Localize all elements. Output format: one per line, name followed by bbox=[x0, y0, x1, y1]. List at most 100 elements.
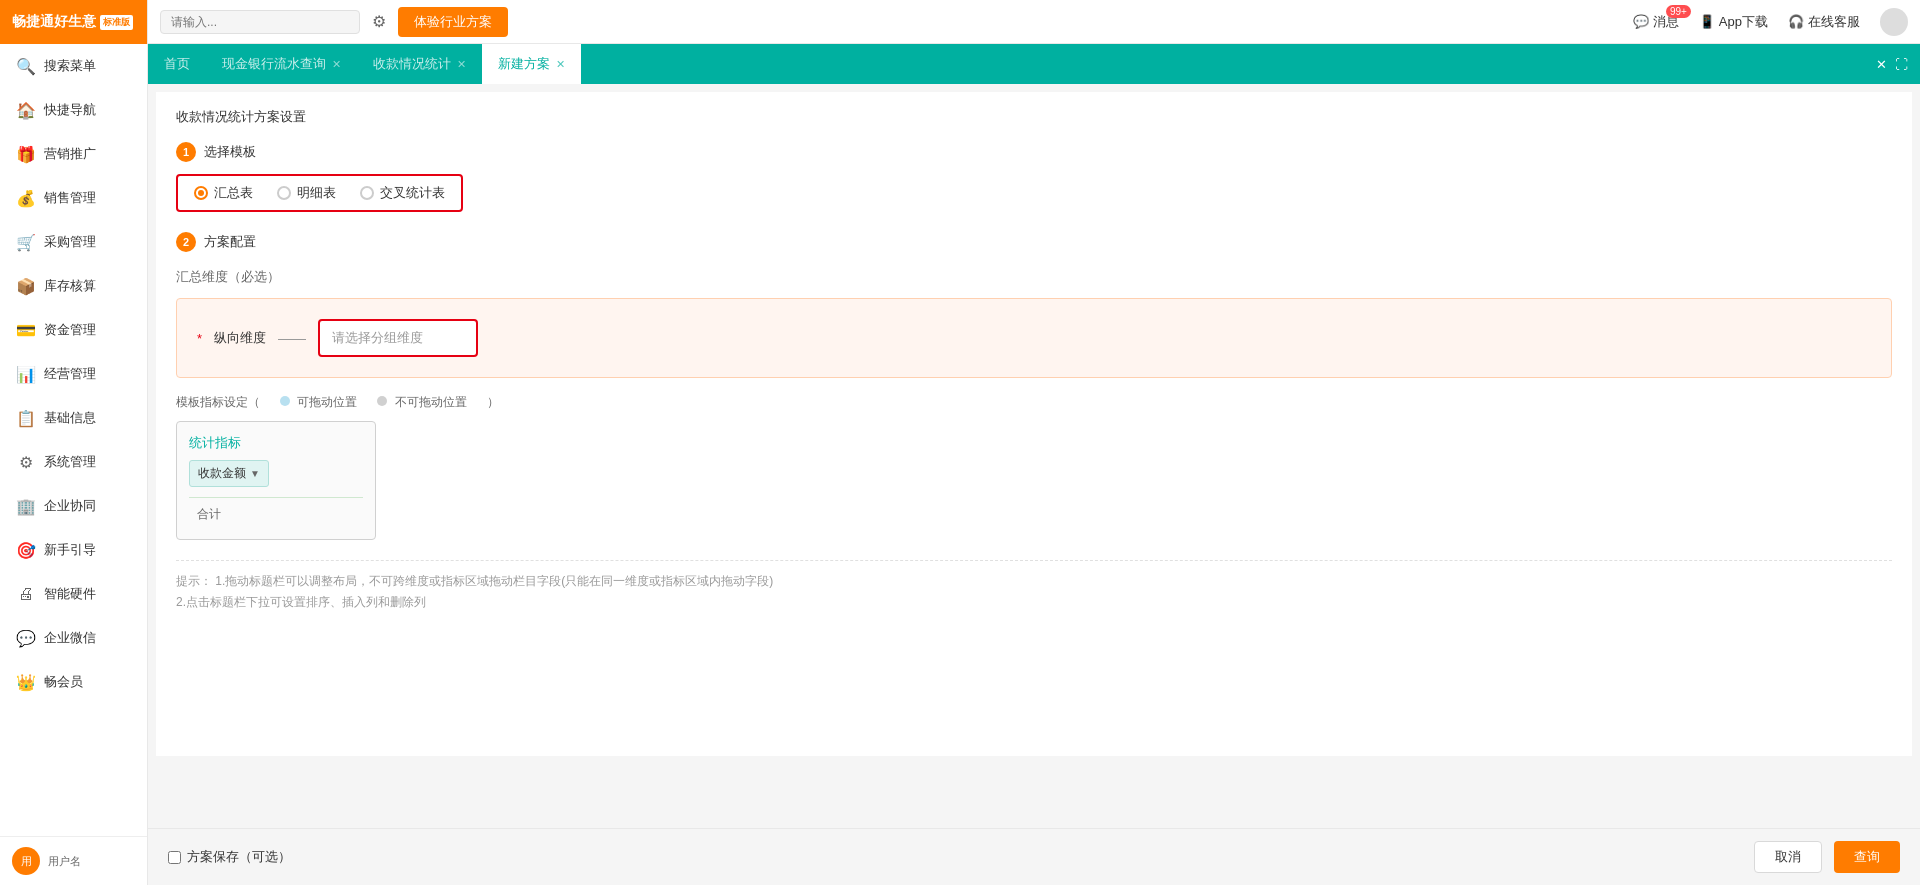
radio-summary[interactable]: 汇总表 bbox=[194, 184, 253, 202]
tab-close-bank[interactable]: ✕ bbox=[332, 58, 341, 71]
sidebar-item-sales[interactable]: 💰销售管理 bbox=[0, 176, 147, 220]
legend-close-paren: ） bbox=[487, 394, 499, 411]
wechat-icon: 💬 bbox=[16, 628, 36, 648]
sidebar-item-guide[interactable]: 🎯新手引导 bbox=[0, 528, 147, 572]
dimension-title: 汇总维度（必选） bbox=[176, 268, 1892, 286]
tab-new-plan[interactable]: 新建方案 ✕ bbox=[482, 44, 581, 84]
page-body: 收款情况统计方案设置 1 选择模板 汇总表 明细表 bbox=[156, 92, 1912, 756]
quick-nav-icon: 🏠 bbox=[16, 100, 36, 120]
logo-badge: 标准版 bbox=[100, 15, 133, 30]
indicators-legend: 模板指标设定（ 可拖动位置 不可拖动位置 ） bbox=[176, 394, 1892, 411]
sidebar-item-marketing[interactable]: 🎁 营销推广 bbox=[0, 132, 147, 176]
sidebar-bottom: 用 用户名 bbox=[0, 836, 147, 885]
topbar: ⚙ 体验行业方案 💬 消息 99+ 📱 App下载 🎧 在线客服 bbox=[148, 0, 1920, 44]
tab-receipts[interactable]: 收款情况统计 ✕ bbox=[357, 44, 482, 84]
app-download-button[interactable]: 📱 App下载 bbox=[1699, 13, 1768, 31]
sidebar-item-capital[interactable]: 💳资金管理 bbox=[0, 308, 147, 352]
query-button[interactable]: 查询 bbox=[1834, 841, 1900, 873]
service-icon: 🎧 bbox=[1788, 14, 1804, 29]
radio-detail[interactable]: 明细表 bbox=[277, 184, 336, 202]
sidebar-item-hardware[interactable]: 🖨智能硬件 bbox=[0, 572, 147, 616]
tip-2: 2.点击标题栏下拉可设置排序、插入列和删除列 bbox=[176, 594, 1892, 611]
sidebar-item-label-operation: 经营管理 bbox=[44, 365, 96, 383]
page-title: 收款情况统计方案设置 bbox=[176, 108, 1892, 126]
sidebar-item-inventory[interactable]: 📦库存核算 bbox=[0, 264, 147, 308]
close-window-icon[interactable]: ✕ bbox=[1876, 57, 1887, 72]
required-mark: * bbox=[197, 331, 202, 346]
radio-summary-circle bbox=[194, 186, 208, 200]
cancel-button[interactable]: 取消 bbox=[1754, 841, 1822, 873]
service-label: 在线客服 bbox=[1808, 13, 1860, 31]
step2-label: 方案配置 bbox=[204, 233, 256, 251]
phone-icon: 📱 bbox=[1699, 14, 1715, 29]
sidebar-user-name: 用户名 bbox=[48, 854, 81, 869]
sidebar: 畅捷通好生意 标准版 🔍搜索菜单🏠快捷导航 🎁 营销推广 💰销售管理🛒采购管理📦库存核… bbox=[0, 0, 148, 885]
indicator-subtotal: 合计 bbox=[189, 502, 363, 527]
user-avatar[interactable] bbox=[1880, 8, 1908, 36]
indicators-section: 模板指标设定（ 可拖动位置 不可拖动位置 ） bbox=[176, 394, 1892, 540]
tips-section: 提示： 1.拖动标题栏可以调整布局，不可跨维度或指标区域拖动栏目字段(只能在同一… bbox=[176, 560, 1892, 611]
step2-header: 2 方案配置 bbox=[176, 232, 1892, 252]
online-service-button[interactable]: 🎧 在线客服 bbox=[1788, 13, 1860, 31]
marketing-icon: 🎁 bbox=[16, 144, 36, 164]
message-button[interactable]: 💬 消息 99+ bbox=[1633, 13, 1679, 31]
sidebar-item-search-menu[interactable]: 🔍搜索菜单 bbox=[0, 44, 147, 88]
radio-cross-label: 交叉统计表 bbox=[380, 184, 445, 202]
indicators-table: 统计指标 收款金额 ▼ 合计 bbox=[176, 421, 376, 540]
radio-cross-circle bbox=[360, 186, 374, 200]
sidebar-item-member[interactable]: 👑 畅会员 bbox=[0, 660, 147, 704]
save-plan-checkbox[interactable]: 方案保存（可选） bbox=[168, 848, 291, 866]
sidebar-item-label-system: 系统管理 bbox=[44, 453, 96, 471]
page-content: 收款情况统计方案设置 1 选择模板 汇总表 明细表 bbox=[148, 84, 1920, 828]
draggable-dot bbox=[280, 396, 290, 406]
sidebar-item-wechat[interactable]: 💬 企业微信 bbox=[0, 616, 147, 660]
sidebar-item-system[interactable]: ⚙ 系统管理 bbox=[0, 440, 147, 484]
tip-1: 提示： 1.拖动标题栏可以调整布局，不可跨维度或指标区域拖动栏目字段(只能在同一… bbox=[176, 573, 1892, 590]
sidebar-item-label-marketing: 营销推广 bbox=[44, 145, 96, 163]
maximize-icon[interactable]: ⛶ bbox=[1895, 57, 1908, 72]
tab-home[interactable]: 首页 bbox=[148, 44, 206, 84]
footer-actions: 取消 查询 bbox=[1754, 841, 1900, 873]
tab-label-new-plan: 新建方案 bbox=[498, 55, 550, 73]
industry-solution-button[interactable]: 体验行业方案 bbox=[398, 7, 508, 37]
system-icon: ⚙ bbox=[16, 452, 36, 472]
sidebar-item-basic-info[interactable]: 📋基础信息 bbox=[0, 396, 147, 440]
vertical-dimension-label: 纵向维度 bbox=[214, 329, 266, 347]
topbar-search-input[interactable] bbox=[160, 10, 360, 34]
gear-icon[interactable]: ⚙ bbox=[372, 12, 386, 31]
guide-icon: 🎯 bbox=[16, 540, 36, 560]
main-area: ⚙ 体验行业方案 💬 消息 99+ 📱 App下载 🎧 在线客服 首页现金银行流… bbox=[148, 0, 1920, 885]
tab-close-receipts[interactable]: ✕ bbox=[457, 58, 466, 71]
sales-icon: 💰 bbox=[16, 188, 36, 208]
tab-close-new-plan[interactable]: ✕ bbox=[556, 58, 565, 71]
arrow-icon: —— bbox=[278, 330, 306, 346]
step1-section: 1 选择模板 汇总表 明细表 交叉统计表 bbox=[176, 142, 1892, 212]
indicator-tag-amount[interactable]: 收款金额 ▼ bbox=[189, 460, 269, 487]
tab-label-receipts: 收款情况统计 bbox=[373, 55, 451, 73]
tab-bank[interactable]: 现金银行流水查询✕ bbox=[206, 44, 357, 84]
save-plan-check-input[interactable] bbox=[168, 851, 181, 864]
sidebar-item-operation[interactable]: 📊经营管理 bbox=[0, 352, 147, 396]
sidebar-item-label-purchase: 采购管理 bbox=[44, 233, 96, 251]
sidebar-item-label-member: 畅会员 bbox=[44, 673, 83, 691]
config-section: 汇总维度（必选） * 纵向维度 —— 请选择分组维度 bbox=[176, 268, 1892, 611]
radio-detail-circle bbox=[277, 186, 291, 200]
member-icon: 👑 bbox=[16, 672, 36, 692]
step2-section: 2 方案配置 汇总维度（必选） * 纵向维度 —— 请选择分组维度 bbox=[176, 232, 1892, 611]
dimension-select-dropdown[interactable]: 请选择分组维度 bbox=[318, 319, 478, 357]
sidebar-item-quick-nav[interactable]: 🏠快捷导航 bbox=[0, 88, 147, 132]
logo-text: 畅捷通好生意 bbox=[12, 13, 96, 31]
dimension-row: * 纵向维度 —— 请选择分组维度 bbox=[197, 319, 1871, 357]
sidebar-item-label-wechat: 企业微信 bbox=[44, 629, 96, 647]
message-icon: 💬 bbox=[1633, 14, 1649, 29]
sidebar-item-label-search-menu: 搜索菜单 bbox=[44, 57, 96, 75]
fixed-dot bbox=[377, 396, 387, 406]
radio-summary-label: 汇总表 bbox=[214, 184, 253, 202]
sidebar-item-purchase[interactable]: 🛒采购管理 bbox=[0, 220, 147, 264]
indicators-setting-label: 模板指标设定（ bbox=[176, 394, 260, 411]
sidebar-logo: 畅捷通好生意 标准版 bbox=[0, 0, 147, 44]
radio-cross[interactable]: 交叉统计表 bbox=[360, 184, 445, 202]
page-footer: 方案保存（可选） 取消 查询 bbox=[148, 828, 1920, 885]
sidebar-item-corp[interactable]: 🏢企业协同 bbox=[0, 484, 147, 528]
sidebar-item-label-basic-info: 基础信息 bbox=[44, 409, 96, 427]
